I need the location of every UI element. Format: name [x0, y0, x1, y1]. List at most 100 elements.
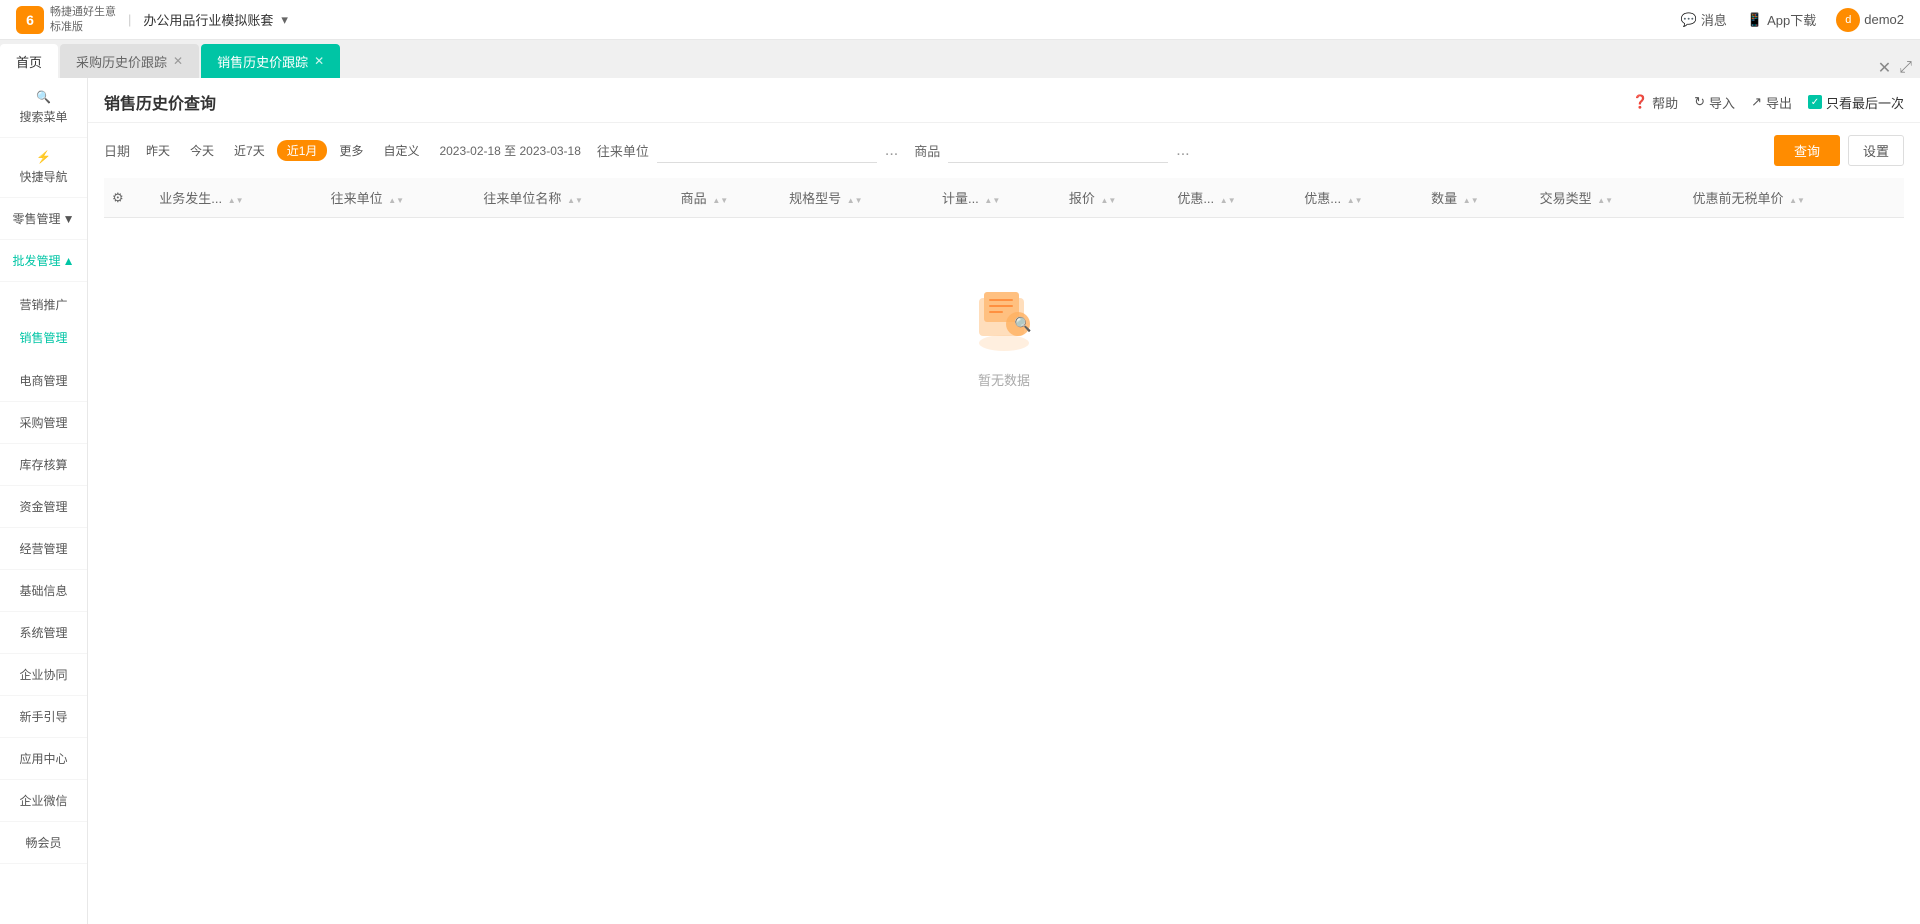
goods-filter-group: 商品 ...: [914, 139, 1189, 163]
th-pretax-price[interactable]: 优惠前无税单价 ▲▼: [1684, 178, 1904, 218]
sort-quote-icon: ▲▼: [1101, 197, 1117, 205]
th-discount1[interactable]: 优惠... ▲▼: [1169, 178, 1296, 218]
sidebar-item-system[interactable]: 系统管理: [0, 612, 87, 654]
sidebar-sub-wholesale: 营销推广 销售管理: [0, 282, 87, 360]
table-header-row: ⚙ 业务发生... ▲▼ 往来单位 ▲▼ 往来单位名称 ▲▼: [104, 178, 1904, 218]
settings-button[interactable]: 设置: [1848, 135, 1904, 166]
th-tx-type[interactable]: 交易类型 ▲▼: [1532, 178, 1685, 218]
sidebar-item-retail[interactable]: 零售管理 ▼: [0, 198, 87, 240]
import-action[interactable]: ↻ 导入: [1694, 93, 1735, 112]
sort-spec-icon: ▲▼: [847, 197, 863, 205]
tab-purchase[interactable]: 采购历史价跟踪 ✕: [60, 44, 199, 78]
sort-discount2-icon: ▲▼: [1347, 197, 1363, 205]
sidebar-item-wechat[interactable]: 企业微信: [0, 780, 87, 822]
goods-dots[interactable]: ...: [1176, 142, 1189, 160]
only-last-checkbox[interactable]: ✓: [1808, 95, 1822, 109]
sidebar-sub-item-marketing[interactable]: 营销推广: [0, 288, 87, 321]
topbar-right: 💬 消息 📱 App下载 d demo2: [1681, 8, 1904, 32]
app-icon: 📱: [1747, 12, 1763, 28]
th-unit[interactable]: 计量... ▲▼: [934, 178, 1061, 218]
th-biz-date[interactable]: 业务发生... ▲▼: [151, 178, 322, 218]
sidebar-item-enterprise[interactable]: 企业协同: [0, 654, 87, 696]
avatar: d: [1836, 8, 1860, 32]
shortcuts-icon: ⚡: [36, 150, 51, 164]
date-btn-yesterday[interactable]: 昨天: [138, 140, 178, 161]
sidebar-item-inventory[interactable]: 库存核算: [0, 444, 87, 486]
page-header: 销售历史价查询 ❓ 帮助 ↻ 导入 ↗ 导出 ✓ 只看最后一次: [88, 78, 1920, 123]
date-btn-last1m[interactable]: 近1月: [277, 140, 328, 161]
import-icon: ↻: [1694, 94, 1705, 110]
tabbar-actions: ✕ ⤢: [1878, 58, 1920, 78]
only-last-label[interactable]: ✓ 只看最后一次: [1808, 93, 1904, 112]
th-gear[interactable]: ⚙: [104, 178, 151, 218]
sidebar-item-ecommerce[interactable]: 电商管理: [0, 360, 87, 402]
topbar-app-title: 办公用品行业模拟账套: [143, 10, 273, 29]
date-label: 日期: [104, 141, 130, 160]
partner-filter-group: 往来单位 ...: [597, 139, 898, 163]
th-quote[interactable]: 报价 ▲▼: [1061, 178, 1169, 218]
tab-sales-close[interactable]: ✕: [314, 54, 324, 68]
th-partner-name[interactable]: 往来单位名称 ▲▼: [475, 178, 672, 218]
th-spec[interactable]: 规格型号 ▲▼: [781, 178, 934, 218]
chevron-down-icon: ▼: [63, 212, 75, 226]
sort-partner-code-icon: ▲▼: [388, 197, 404, 205]
app-download-action[interactable]: 📱 App下载: [1747, 10, 1816, 29]
partner-label: 往来单位: [597, 141, 649, 160]
sidebar-item-wholesale[interactable]: 批发管理 ▲: [0, 240, 87, 282]
logo-area: 6 畅捷通好生意 标准版: [16, 5, 116, 34]
sidebar-item-guide[interactable]: 新手引导: [0, 696, 87, 738]
chevron-up-icon: ▲: [63, 254, 75, 268]
sidebar-item-shortcuts[interactable]: ⚡ 快捷导航: [0, 138, 87, 198]
partner-input[interactable]: [657, 139, 877, 163]
main-layout: 🔍 搜索菜单 ⚡ 快捷导航 零售管理 ▼ 批发管理 ▲ 营销推广 销售管理 电商…: [0, 78, 1920, 924]
partner-dots[interactable]: ...: [885, 142, 898, 160]
export-action[interactable]: ↗ 导出: [1751, 93, 1792, 112]
sidebar-item-finance[interactable]: 资金管理: [0, 486, 87, 528]
date-btn-today[interactable]: 今天: [182, 140, 222, 161]
filter-bar: 日期 昨天 今天 近7天 近1月 更多 自定义 2023-02-18 至 202…: [88, 123, 1920, 178]
sort-biz-date-icon: ▲▼: [228, 197, 244, 205]
tab-sales[interactable]: 销售历史价跟踪 ✕: [201, 44, 340, 78]
empty-icon: 🔍: [964, 278, 1044, 358]
sidebar-item-search[interactable]: 🔍 搜索菜单: [0, 78, 87, 138]
tab-purchase-close[interactable]: ✕: [173, 54, 183, 68]
sort-pretax-price-icon: ▲▼: [1789, 197, 1805, 205]
topbar: 6 畅捷通好生意 标准版 | 办公用品行业模拟账套 ▾ 💬 消息 📱 App下载…: [0, 0, 1920, 40]
topbar-dropdown[interactable]: ▾: [281, 12, 288, 28]
sidebar-item-basic[interactable]: 基础信息: [0, 570, 87, 612]
date-btn-more[interactable]: 更多: [331, 140, 371, 161]
expand-icon[interactable]: ⤢: [1899, 59, 1912, 77]
content-area: 销售历史价查询 ❓ 帮助 ↻ 导入 ↗ 导出 ✓ 只看最后一次: [88, 78, 1920, 924]
th-partner-code[interactable]: 往来单位 ▲▼: [323, 178, 476, 218]
sidebar-item-vip[interactable]: 畅会员: [0, 822, 87, 864]
logo-text: 畅捷通好生意 标准版: [50, 5, 116, 34]
sidebar-item-purchase[interactable]: 采购管理: [0, 402, 87, 444]
goods-input[interactable]: [948, 139, 1168, 163]
sort-discount1-icon: ▲▼: [1220, 197, 1236, 205]
sidebar-item-apps[interactable]: 应用中心: [0, 738, 87, 780]
query-button[interactable]: 查询: [1774, 135, 1840, 166]
close-all-icon[interactable]: ✕: [1878, 58, 1891, 78]
tab-home[interactable]: 首页: [0, 44, 58, 78]
empty-text: 暂无数据: [978, 370, 1030, 389]
sidebar: 🔍 搜索菜单 ⚡ 快捷导航 零售管理 ▼ 批发管理 ▲ 营销推广 销售管理 电商…: [0, 78, 88, 924]
th-goods[interactable]: 商品 ▲▼: [673, 178, 781, 218]
sort-unit-icon: ▲▼: [984, 197, 1000, 205]
data-table: ⚙ 业务发生... ▲▼ 往来单位 ▲▼ 往来单位名称 ▲▼: [104, 178, 1904, 218]
th-qty[interactable]: 数量 ▲▼: [1423, 178, 1531, 218]
search-icon: 🔍: [36, 90, 51, 104]
sidebar-sub-item-sales-mgmt[interactable]: 销售管理: [0, 321, 87, 354]
sidebar-item-operations[interactable]: 经营管理: [0, 528, 87, 570]
date-btn-last7[interactable]: 近7天: [226, 140, 273, 161]
message-action[interactable]: 💬 消息: [1681, 10, 1727, 29]
user-action[interactable]: d demo2: [1836, 8, 1904, 32]
date-btn-custom[interactable]: 自定义: [375, 140, 427, 161]
sort-partner-name-icon: ▲▼: [567, 197, 583, 205]
empty-state: 🔍 暂无数据: [104, 218, 1904, 449]
th-discount2[interactable]: 优惠... ▲▼: [1296, 178, 1423, 218]
gear-icon: ⚙: [112, 190, 124, 205]
sort-qty-icon: ▲▼: [1463, 197, 1479, 205]
goods-label: 商品: [914, 141, 940, 160]
export-icon: ↗: [1751, 94, 1762, 110]
help-action[interactable]: ❓ 帮助: [1632, 93, 1678, 112]
